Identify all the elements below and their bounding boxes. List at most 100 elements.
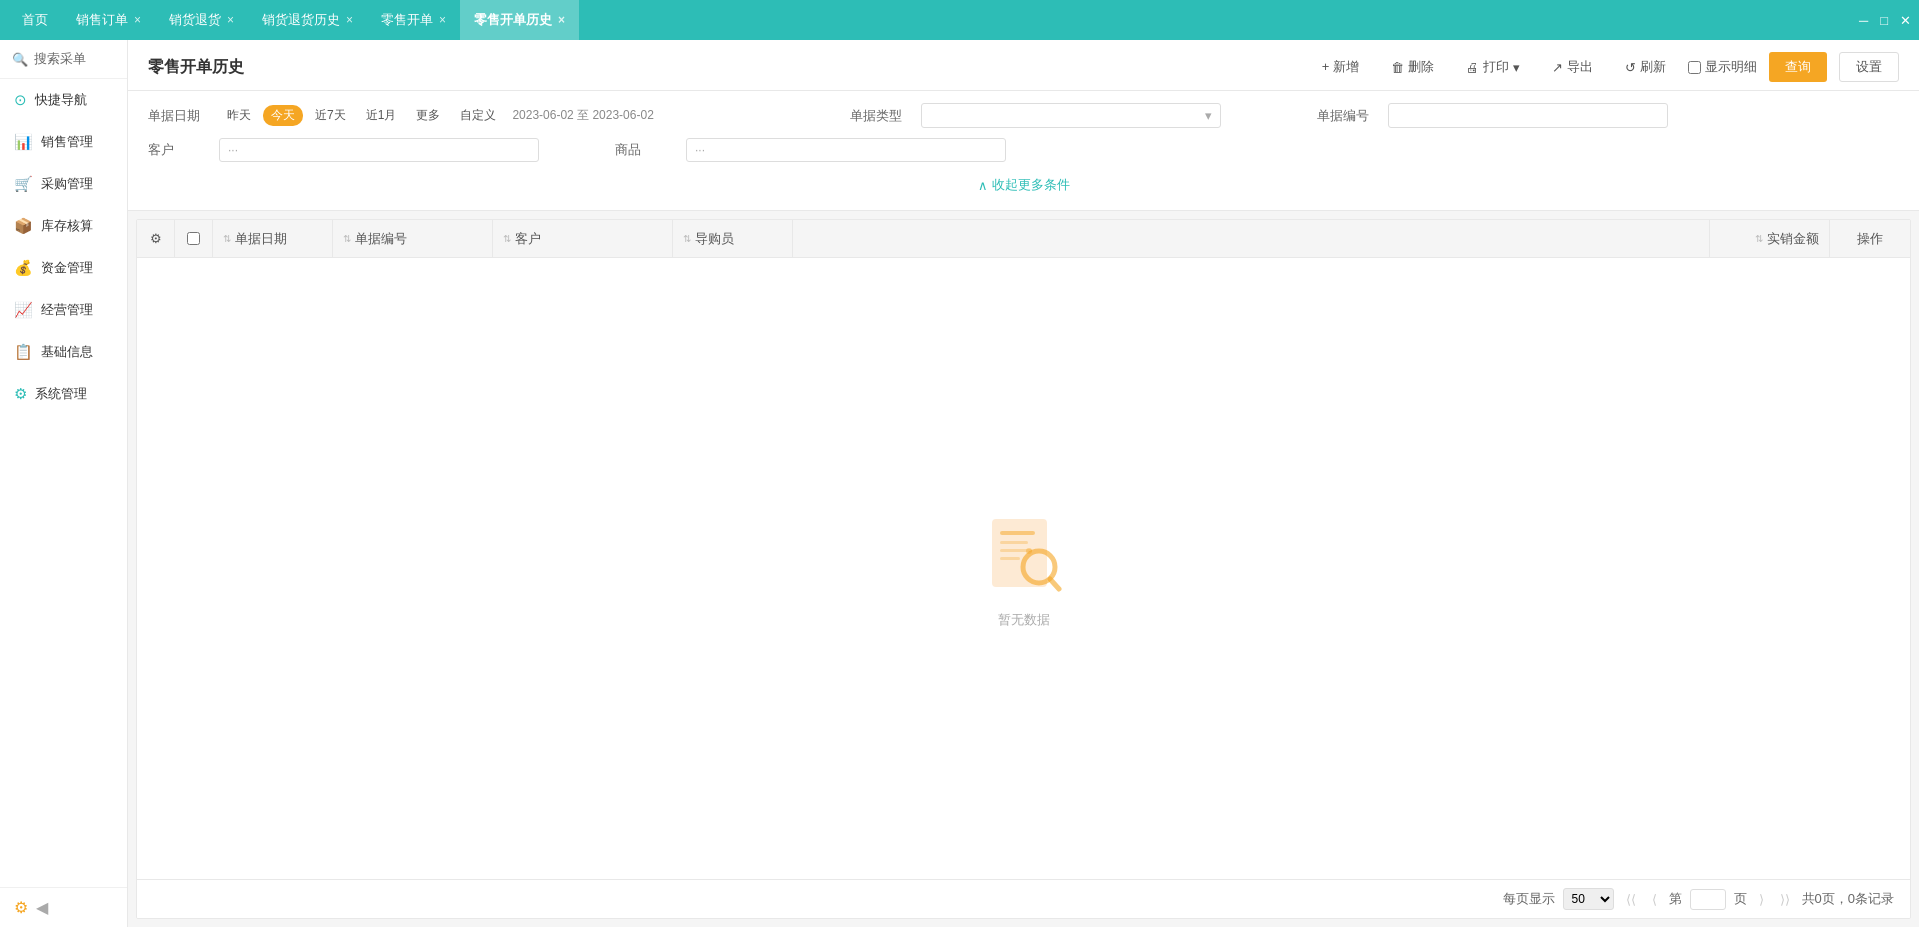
th-guide-label: 导购员 [695, 230, 734, 248]
date-btn-last7[interactable]: 近7天 [307, 105, 354, 126]
toolbar: + 新增 🗑 删除 🖨 打印 ▾ ↗ 导出 ↺ 刷新 [1312, 52, 1899, 82]
customer-select[interactable]: ··· [219, 138, 539, 162]
page-number-input[interactable]: 1 [1690, 889, 1726, 910]
sidebar-item-system[interactable]: ⚙ 系统管理 [0, 373, 127, 415]
prev-page-button[interactable]: ⟨ [1648, 890, 1661, 909]
filter-row-2: 客户 ··· 商品 ··· [148, 138, 1899, 162]
quick-nav-icon: ⊙ [14, 91, 27, 109]
close-retail-open-icon[interactable]: × [439, 13, 446, 27]
page-title: 零售开单历史 [148, 57, 244, 78]
close-sales-return-icon[interactable]: × [227, 13, 234, 27]
sidebar-item-purchase-mgmt-label: 采购管理 [41, 175, 93, 193]
filter-area: 单据日期 昨天 今天 近7天 近1月 更多 自定义 2023-06-02 至 2… [128, 91, 1919, 211]
sidebar-item-purchase-mgmt[interactable]: 🛒 采购管理 [0, 163, 127, 205]
th-date-sort-icon: ⇅ [223, 233, 231, 244]
next-page-button[interactable]: ⟩ [1755, 890, 1768, 909]
print-button[interactable]: 🖨 打印 ▾ [1456, 54, 1530, 80]
tab-sales-return-history[interactable]: 销货退货历史 × [248, 0, 367, 40]
date-btn-more[interactable]: 更多 [408, 105, 448, 126]
sidebar-item-operations[interactable]: 📈 经营管理 [0, 289, 127, 331]
tab-retail-open-history[interactable]: 零售开单历史 × [460, 0, 579, 40]
settings-gear-icon[interactable]: ⚙ [14, 898, 28, 917]
filter-row-1: 单据日期 昨天 今天 近7天 近1月 更多 自定义 2023-06-02 至 2… [148, 103, 1899, 128]
page-total: 共0页，0条记录 [1802, 890, 1894, 908]
minimize-icon[interactable]: ─ [1859, 13, 1868, 28]
sidebar-item-basic-info-label: 基础信息 [41, 343, 93, 361]
refresh-label: 刷新 [1640, 58, 1666, 76]
close-sales-return-history-icon[interactable]: × [346, 13, 353, 27]
th-action: 操作 [1830, 220, 1910, 257]
th-date[interactable]: ⇅ 单据日期 [213, 220, 333, 257]
date-buttons: 昨天 今天 近7天 近1月 更多 自定义 2023-06-02 至 2023-0… [219, 105, 654, 126]
select-all-checkbox[interactable] [187, 232, 200, 245]
page-label: 第 [1669, 890, 1682, 908]
collapse-filters-btn[interactable]: ∧ 收起更多条件 [148, 172, 1899, 198]
maximize-icon[interactable]: □ [1880, 13, 1888, 28]
th-customer[interactable]: ⇅ 客户 [493, 220, 673, 257]
date-btn-last1m[interactable]: 近1月 [358, 105, 405, 126]
close-retail-open-history-icon[interactable]: × [558, 13, 565, 27]
sidebar-item-finance[interactable]: 💰 资金管理 [0, 247, 127, 289]
th-customer-sort-icon: ⇅ [503, 233, 511, 244]
tab-sales-return[interactable]: 销货退货 × [155, 0, 248, 40]
svg-rect-4 [1000, 557, 1020, 560]
last-page-button[interactable]: ⟩⟩ [1776, 890, 1794, 909]
doc-type-select[interactable]: ▾ [921, 103, 1221, 128]
tab-home-label: 首页 [22, 11, 48, 29]
collapse-icon: ∧ [978, 178, 988, 193]
th-order-no[interactable]: ⇅ 单据编号 [333, 220, 493, 257]
display-detail-checkbox[interactable] [1688, 61, 1701, 74]
top-nav: 首页 销售订单 × 销货退货 × 销货退货历史 × 零售开单 × 零售开单历史 … [0, 0, 1919, 40]
th-action-label: 操作 [1857, 230, 1883, 248]
sidebar-item-quick-nav-label: 快捷导航 [35, 91, 87, 109]
sidebar-item-inventory[interactable]: 📦 库存核算 [0, 205, 127, 247]
per-page-select[interactable]: 50 20 100 [1563, 888, 1614, 910]
product-label: 商品 [615, 141, 670, 159]
query-button[interactable]: 查询 [1769, 52, 1827, 82]
export-label: 导出 [1567, 58, 1593, 76]
operations-icon: 📈 [14, 301, 33, 319]
tab-sales-order-label: 销售订单 [76, 11, 128, 29]
th-settings[interactable]: ⚙ [137, 220, 175, 257]
delete-button[interactable]: 🗑 删除 [1381, 54, 1444, 80]
date-btn-custom[interactable]: 自定义 [452, 105, 504, 126]
add-button[interactable]: + 新增 [1312, 54, 1369, 80]
finance-icon: 💰 [14, 259, 33, 277]
refresh-button[interactable]: ↺ 刷新 [1615, 54, 1676, 80]
doc-type-label: 单据类型 [850, 107, 905, 125]
sidebar-search[interactable]: 🔍 搜索采单 [0, 40, 127, 79]
th-amount[interactable]: ⇅ 实销金额 [1710, 220, 1830, 257]
window-controls: ─ □ ✕ [1859, 13, 1911, 28]
th-customer-label: 客户 [515, 230, 541, 248]
close-window-icon[interactable]: ✕ [1900, 13, 1911, 28]
customer-ellipsis: ··· [228, 143, 238, 157]
th-guide[interactable]: ⇅ 导购员 [673, 220, 793, 257]
sidebar-item-basic-info[interactable]: 📋 基础信息 [0, 331, 127, 373]
first-page-button[interactable]: ⟨⟨ [1622, 890, 1640, 909]
export-button[interactable]: ↗ 导出 [1542, 54, 1603, 80]
display-detail-container: 显示明细 [1688, 58, 1757, 76]
date-btn-yesterday[interactable]: 昨天 [219, 105, 259, 126]
close-sales-order-icon[interactable]: × [134, 13, 141, 27]
sidebar-item-sales-mgmt[interactable]: 📊 销售管理 [0, 121, 127, 163]
svg-point-7 [1026, 548, 1032, 554]
tab-home[interactable]: 首页 [8, 0, 62, 40]
sidebar-search-label: 搜索采单 [34, 50, 86, 68]
inventory-icon: 📦 [14, 217, 33, 235]
th-amount-sort-icon: ⇅ [1755, 233, 1763, 244]
date-btn-today[interactable]: 今天 [263, 105, 303, 126]
th-date-label: 单据日期 [235, 230, 287, 248]
th-check [175, 220, 213, 257]
tab-sales-order[interactable]: 销售订单 × [62, 0, 155, 40]
svg-rect-2 [1000, 541, 1028, 544]
tab-retail-open[interactable]: 零售开单 × [367, 0, 460, 40]
empty-icon [974, 509, 1074, 599]
empty-state: 暂无数据 [137, 258, 1910, 879]
filter-settings-button[interactable]: 设置 [1839, 52, 1899, 82]
product-select[interactable]: ··· [686, 138, 1006, 162]
page-suffix: 页 [1734, 890, 1747, 908]
sidebar-item-quick-nav[interactable]: ⊙ 快捷导航 [0, 79, 127, 121]
doc-number-input[interactable] [1388, 103, 1668, 128]
print-icon: 🖨 [1466, 60, 1479, 75]
sidebar-collapse-icon[interactable]: ◀ [36, 898, 48, 917]
